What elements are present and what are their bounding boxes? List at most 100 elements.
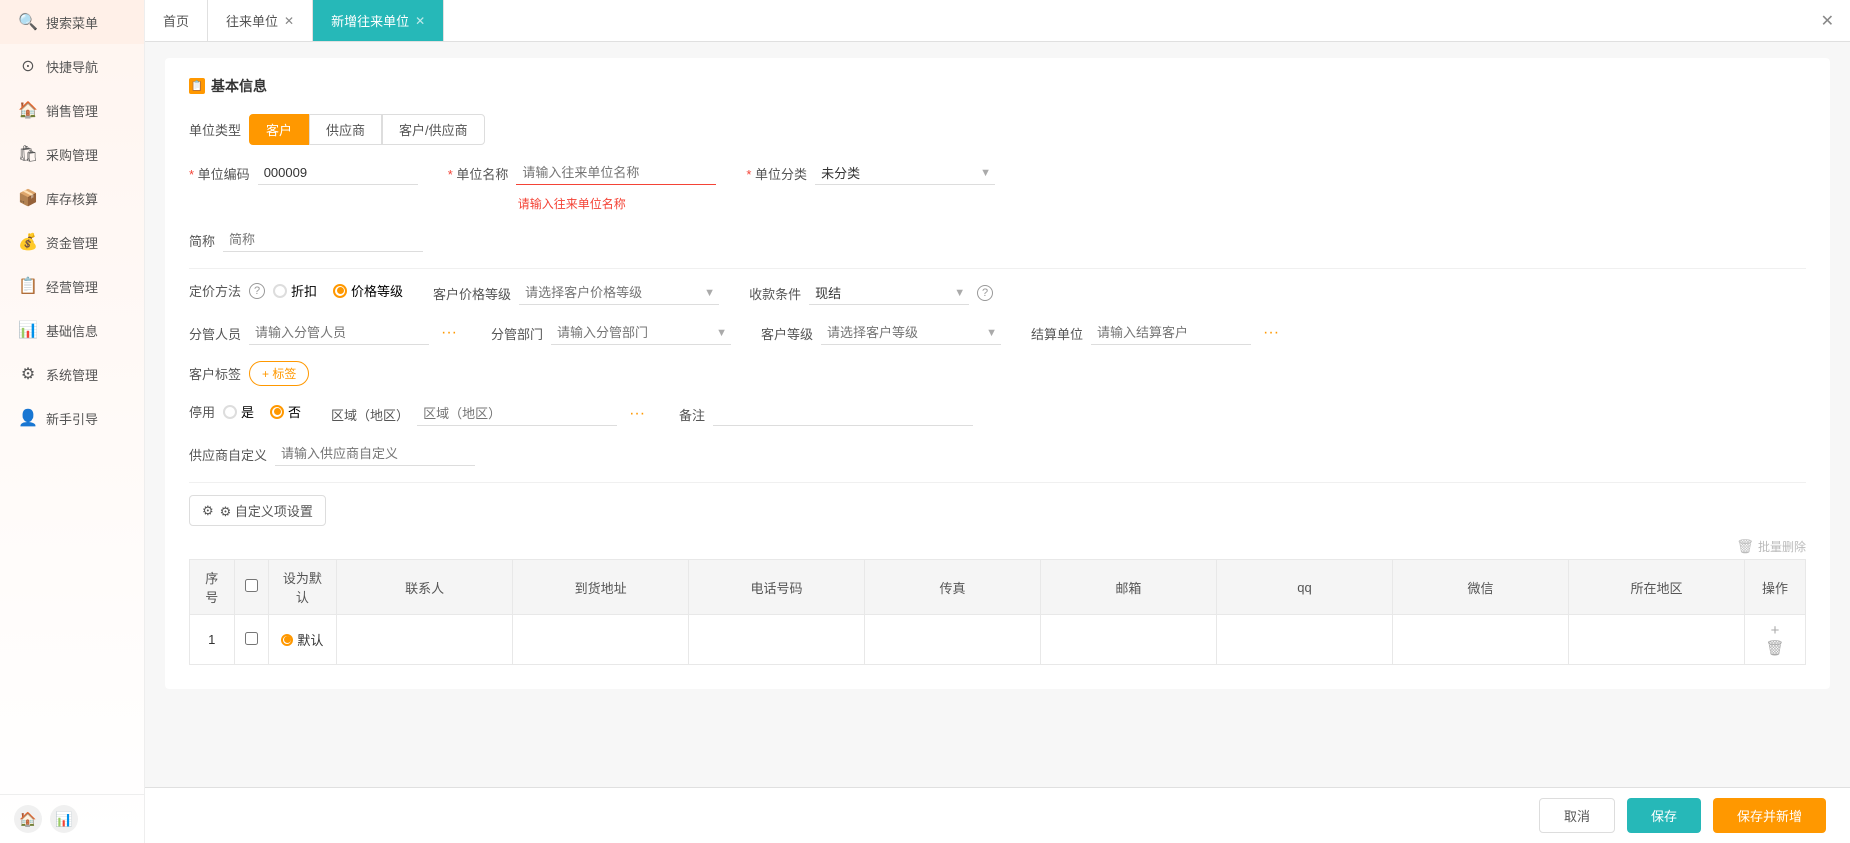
contact-input[interactable]: [355, 628, 494, 651]
sidebar-item-sales[interactable]: 🏠 销售管理: [0, 88, 144, 132]
manager-input[interactable]: [249, 321, 429, 345]
cancel-button[interactable]: 取消: [1539, 798, 1615, 833]
disabled-yes-option[interactable]: 是: [223, 402, 254, 421]
tab-new-partner[interactable]: 新增往来单位 ✕: [313, 0, 444, 41]
unit-type-buttons: 客户 供应商 客户/供应商: [249, 114, 485, 145]
wechat-input[interactable]: [1411, 628, 1550, 651]
quick-nav-icon: ⊙: [18, 56, 38, 76]
unit-code-group: 单位编码: [189, 161, 418, 185]
cell-checkbox: [234, 615, 268, 665]
sidebar-item-quick-nav[interactable]: ⊙ 快捷导航: [0, 44, 144, 88]
col-region: 所在地区: [1569, 560, 1745, 615]
pricing-discount-option[interactable]: 折扣: [273, 281, 317, 300]
cell-index: 1: [190, 615, 235, 665]
customer-level-input[interactable]: [821, 321, 1001, 345]
fax-input[interactable]: [883, 628, 1022, 651]
cell-default: 默认: [268, 615, 337, 665]
add-row-btn[interactable]: +: [1768, 622, 1783, 639]
region-more-btn[interactable]: ···: [625, 405, 649, 423]
default-radio[interactable]: [281, 634, 293, 646]
pricing-level-radio[interactable]: [333, 284, 347, 298]
footer: 取消 保存 保存并新增: [145, 787, 1850, 843]
pricing-level-option[interactable]: 价格等级: [333, 281, 403, 300]
tab-bar: 首页 往来单位 ✕ 新增往来单位 ✕ ✕: [145, 0, 1850, 42]
supplier-custom-input[interactable]: [275, 442, 475, 466]
cell-wechat: [1393, 615, 1569, 665]
customer-level-wrapper: ▼: [821, 321, 1001, 345]
disabled-yes-radio[interactable]: [223, 405, 237, 419]
close-partners-tab[interactable]: ✕: [284, 14, 294, 28]
sidebar-home-icon[interactable]: 🏠: [14, 805, 42, 833]
unit-name-input[interactable]: [516, 161, 716, 185]
close-new-partner-tab[interactable]: ✕: [415, 14, 425, 28]
payment-terms-help-icon[interactable]: ?: [977, 285, 993, 301]
sidebar: 🔍 搜索菜单 ⊙ 快捷导航 🏠 销售管理 🛍 采购管理 📦 库存核算 💰 资金管…: [0, 0, 145, 843]
manager-row: 分管人员 ··· 分管部门 ▼ 客户等级 ▼: [189, 321, 1806, 345]
sidebar-item-purchase[interactable]: 🛍 采购管理: [0, 132, 144, 176]
sidebar-item-basic-info[interactable]: 📊 基础信息: [0, 308, 144, 352]
sidebar-item-guide[interactable]: 👤 新手引导: [0, 396, 144, 440]
unit-category-input[interactable]: [815, 161, 995, 185]
supplier-custom-label: 供应商自定义: [189, 445, 267, 464]
close-all-tabs[interactable]: ✕: [1821, 11, 1850, 31]
remarks-input[interactable]: [713, 402, 973, 426]
manager-more-btn[interactable]: ···: [437, 324, 461, 342]
sidebar-item-system[interactable]: ⚙ 系统管理: [0, 352, 144, 396]
address-input[interactable]: [531, 628, 670, 651]
delete-row-btn[interactable]: 🗑: [1762, 639, 1787, 657]
operations-icon: 📋: [18, 276, 38, 296]
col-fax: 传真: [865, 560, 1041, 615]
pricing-help-icon[interactable]: ?: [249, 283, 265, 299]
unit-type-group: 单位类型 客户 供应商 客户/供应商: [189, 114, 485, 145]
settlement-unit-more-btn[interactable]: ···: [1259, 324, 1283, 342]
btn-customer[interactable]: 客户: [249, 114, 309, 145]
email-input[interactable]: [1059, 628, 1198, 651]
btn-customer-supplier[interactable]: 客户/供应商: [382, 114, 485, 145]
region-table-input[interactable]: [1587, 628, 1726, 651]
customer-price-level-group: 客户价格等级 ▼: [433, 281, 719, 305]
save-button[interactable]: 保存: [1627, 798, 1701, 833]
disabled-no-option[interactable]: 否: [270, 402, 301, 421]
disabled-group: 停用 是 否: [189, 402, 301, 421]
unit-category-group: 单位分类 ▼: [746, 161, 995, 185]
department-input[interactable]: [551, 321, 731, 345]
btn-supplier[interactable]: 供应商: [309, 114, 382, 145]
region-input[interactable]: [417, 402, 617, 426]
batch-delete-label[interactable]: 批量删除: [1758, 538, 1806, 555]
pricing-discount-radio[interactable]: [273, 284, 287, 298]
add-tag-btn[interactable]: + 标签: [249, 361, 309, 386]
disabled-no-radio[interactable]: [270, 405, 284, 419]
select-all-checkbox[interactable]: [245, 579, 258, 592]
remarks-label: 备注: [679, 405, 705, 424]
sidebar-item-finance[interactable]: 💰 资金管理: [0, 220, 144, 264]
phone-input[interactable]: [707, 628, 846, 651]
tab-partners[interactable]: 往来单位 ✕: [208, 0, 313, 41]
sidebar-item-search[interactable]: 🔍 搜索菜单: [0, 0, 144, 44]
unit-category-select-wrapper: ▼: [815, 161, 995, 185]
abbreviation-input[interactable]: [223, 228, 423, 252]
supplier-custom-row: 供应商自定义: [189, 442, 1806, 466]
finance-icon: 💰: [18, 232, 38, 252]
customer-tag-row: 客户标签 + 标签: [189, 361, 1806, 386]
customer-price-level-input[interactable]: [519, 281, 719, 305]
manager-group: 分管人员 ···: [189, 321, 461, 345]
col-address: 到货地址: [513, 560, 689, 615]
region-label: 区域（地区）: [331, 405, 409, 424]
sidebar-item-inventory[interactable]: 📦 库存核算: [0, 176, 144, 220]
unit-code-label: 单位编码: [189, 164, 250, 183]
payment-terms-input[interactable]: [809, 281, 969, 305]
save-and-new-button[interactable]: 保存并新增: [1713, 798, 1826, 833]
custom-settings-btn[interactable]: ⚙ ⚙ 自定义项设置: [189, 495, 326, 526]
tab-home[interactable]: 首页: [145, 0, 208, 41]
qq-input[interactable]: [1235, 628, 1375, 651]
sidebar-chart-icon[interactable]: 📊: [50, 805, 78, 833]
search-icon: 🔍: [18, 12, 38, 32]
guide-icon: 👤: [18, 408, 38, 428]
col-wechat: 微信: [1393, 560, 1569, 615]
row-checkbox[interactable]: [245, 632, 258, 645]
unit-code-input[interactable]: [258, 161, 418, 185]
sidebar-item-operations[interactable]: 📋 经营管理: [0, 264, 144, 308]
unit-category-label: 单位分类: [746, 164, 807, 183]
settlement-unit-input[interactable]: [1091, 321, 1251, 345]
remarks-group: 备注: [679, 402, 973, 426]
